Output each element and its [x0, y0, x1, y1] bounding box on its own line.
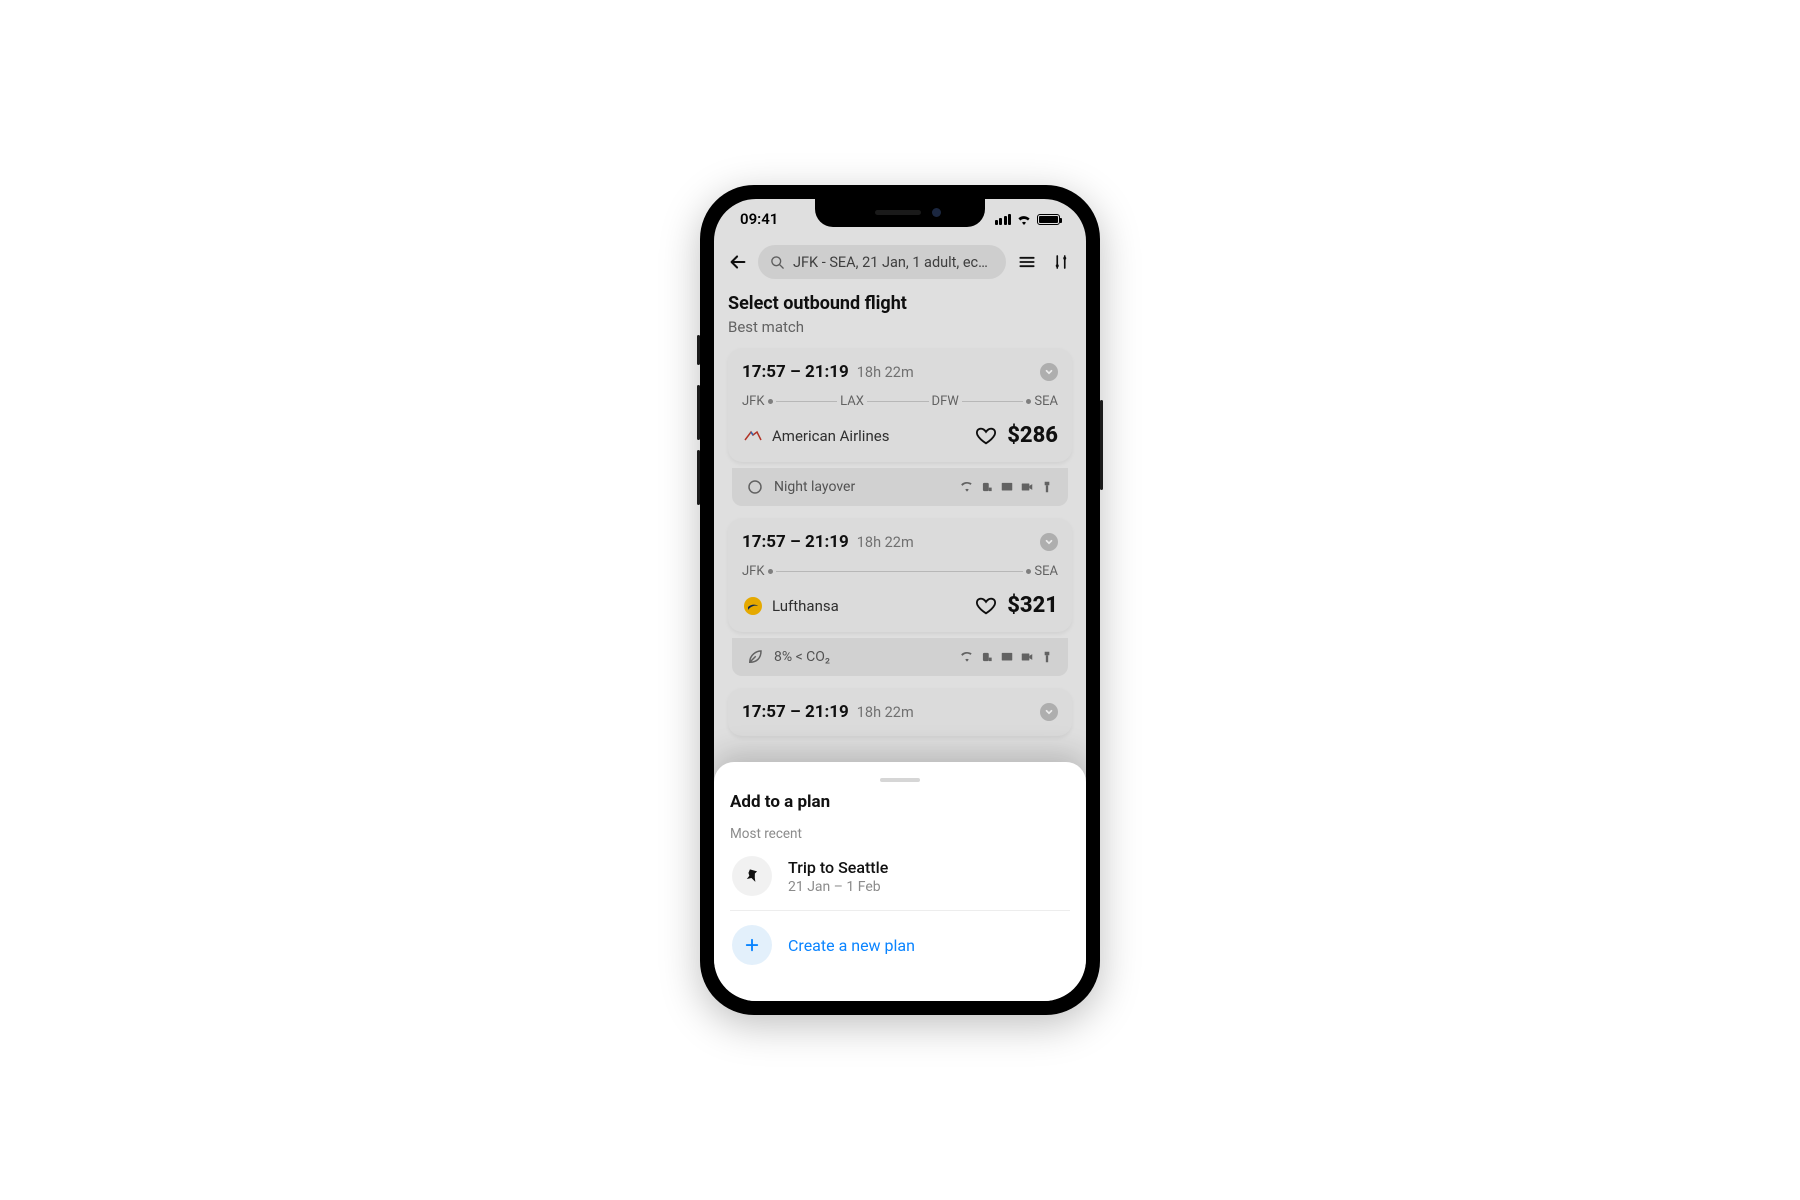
expand-button[interactable] [1040, 363, 1058, 381]
seat-icon [980, 480, 994, 494]
flight-info-strip: Night layover [732, 468, 1068, 506]
phone-side-button [697, 450, 700, 505]
sheet-grabber[interactable] [880, 778, 920, 782]
status-indicators [995, 213, 1061, 225]
flight-route: JFK LAX DFW SEA [742, 394, 1058, 409]
screen-icon [1000, 480, 1014, 494]
seat-icon [980, 650, 994, 664]
create-plan-label: Create a new plan [788, 936, 915, 955]
screen-icon [1000, 650, 1014, 664]
signal-icon [995, 214, 1012, 225]
sheet-title: Add to a plan [730, 792, 1070, 812]
flight-card[interactable]: 17:57 – 21:19 18h 22m [728, 688, 1072, 736]
video-icon [1020, 480, 1034, 494]
sheet-section-label: Most recent [730, 826, 1070, 842]
content: Select outbound flight Best match 17:57 … [714, 289, 1086, 740]
expand-button[interactable] [1040, 533, 1058, 551]
route-origin: JFK [742, 394, 765, 409]
heart-icon [975, 595, 997, 617]
info-label: 8% < CO₂ [774, 649, 830, 665]
airline-name: Lufthansa [772, 597, 839, 615]
route-stop: DFW [932, 394, 959, 409]
plan-icon-circle [732, 856, 772, 896]
page-subtitle: Best match [728, 318, 1072, 336]
moon-icon [746, 478, 764, 496]
phone-side-button [697, 385, 700, 440]
create-plan-button[interactable]: Create a new plan [730, 911, 1070, 979]
topbar: JFK - SEA, 21 Jan, 1 adult, ec… [714, 239, 1086, 289]
flight-duration: 18h 22m [857, 704, 914, 721]
video-icon [1020, 650, 1034, 664]
wifi-icon [960, 480, 974, 494]
favorite-button[interactable] [975, 595, 997, 617]
screen: 09:41 JFK - SEA, 21 Jan, 1 adult, ec… [714, 199, 1086, 1001]
airline-logo-lufthansa [742, 595, 764, 617]
route-destination: SEA [1034, 394, 1058, 409]
flight-price: $286 [1007, 423, 1058, 448]
pin-icon [743, 867, 761, 885]
chevron-down-icon [1044, 707, 1054, 717]
airline-logo-american [742, 425, 764, 447]
chevron-down-icon [1044, 367, 1054, 377]
flight-route: JFK SEA [742, 564, 1058, 579]
flight-times: 17:57 – 21:19 [742, 702, 849, 722]
list-icon [1017, 252, 1037, 272]
wifi-icon [1016, 213, 1032, 225]
plan-text: Trip to Seattle 21 Jan – 1 Feb [788, 858, 888, 895]
flight-price: $321 [1007, 593, 1058, 618]
airline-name: American Airlines [772, 427, 889, 445]
power-icon [1040, 650, 1054, 664]
search-icon [770, 255, 785, 270]
plus-icon [743, 936, 761, 954]
flight-card[interactable]: 17:57 – 21:19 18h 22m JFK LAX DFW SEA [728, 348, 1072, 462]
plan-name: Trip to Seattle [788, 858, 888, 877]
flight-duration: 18h 22m [857, 534, 914, 551]
route-origin: JFK [742, 564, 765, 579]
phone-side-button [1100, 400, 1103, 490]
route-destination: SEA [1034, 564, 1058, 579]
power-icon [1040, 480, 1054, 494]
status-time: 09:41 [740, 210, 778, 228]
flight-card[interactable]: 17:57 – 21:19 18h 22m JFK SEA Lufthansa [728, 518, 1072, 632]
filter-button[interactable] [1048, 249, 1074, 275]
flight-times: 17:57 – 21:19 [742, 532, 849, 552]
flight-duration: 18h 22m [857, 364, 914, 381]
list-view-button[interactable] [1014, 249, 1040, 275]
plan-dates: 21 Jan – 1 Feb [788, 879, 888, 895]
wifi-icon [960, 650, 974, 664]
favorite-button[interactable] [975, 425, 997, 447]
battery-icon [1037, 214, 1060, 225]
arrow-left-icon [727, 251, 749, 273]
info-label: Night layover [774, 479, 855, 495]
flight-times: 17:57 – 21:19 [742, 362, 849, 382]
plan-item[interactable]: Trip to Seattle 21 Jan – 1 Feb [730, 842, 1070, 911]
page-title: Select outbound flight [728, 293, 1072, 314]
leaf-icon [746, 648, 764, 666]
chevron-down-icon [1044, 537, 1054, 547]
phone-notch [815, 199, 985, 227]
route-stop: LAX [840, 394, 864, 409]
plus-icon-circle [732, 925, 772, 965]
sliders-icon [1052, 252, 1070, 272]
search-summary-pill[interactable]: JFK - SEA, 21 Jan, 1 adult, ec… [758, 245, 1006, 279]
search-summary-text: JFK - SEA, 21 Jan, 1 adult, ec… [793, 254, 988, 271]
back-button[interactable] [726, 250, 750, 274]
add-to-plan-sheet: Add to a plan Most recent Trip to Seattl… [714, 762, 1086, 1001]
heart-icon [975, 425, 997, 447]
flight-info-strip: 8% < CO₂ [732, 638, 1068, 676]
phone-frame: 09:41 JFK - SEA, 21 Jan, 1 adult, ec… [700, 185, 1100, 1015]
expand-button[interactable] [1040, 703, 1058, 721]
phone-side-button [697, 335, 700, 365]
